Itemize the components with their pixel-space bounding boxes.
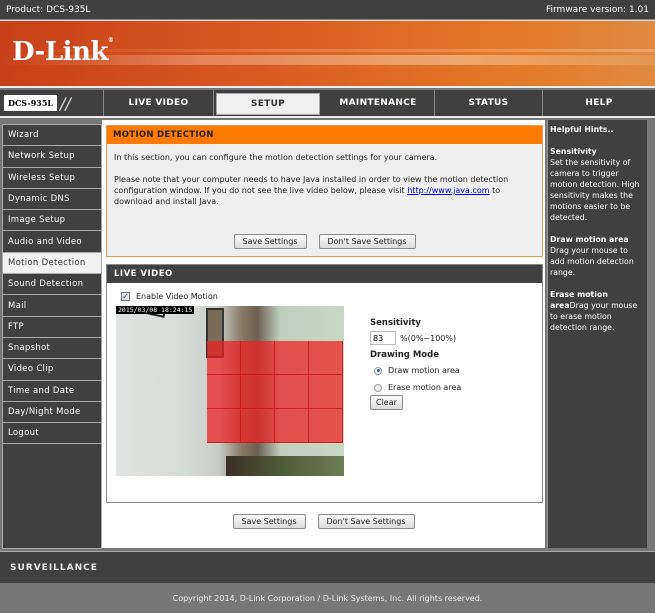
enable-video-motion-label: Enable Video Motion — [136, 292, 218, 301]
helpful-hints-panel: Helpful Hints.. Sensitivity Set the sensi… — [547, 120, 647, 548]
tab-setup[interactable]: SETUP — [216, 93, 320, 115]
sidebar-item-dynamic-dns[interactable]: Dynamic DNS — [3, 189, 101, 211]
sidebar-item-logout[interactable]: Logout — [3, 423, 101, 445]
top-info-bar: Product: DCS-935L Firmware version: 1.01 — [0, 0, 655, 20]
save-settings-button-top[interactable]: Save Settings — [233, 234, 307, 249]
sidebar-item-audio-video[interactable]: Audio and Video — [3, 231, 101, 253]
drawing-mode-label: Drawing Mode — [370, 350, 439, 360]
brand-banner: D-Link® — [0, 20, 655, 88]
erase-motion-area-radio[interactable] — [374, 383, 382, 392]
live-video-title: LIVE VIDEO — [107, 265, 542, 283]
tab-status[interactable]: STATUS — [435, 90, 543, 116]
dont-save-settings-button-top[interactable]: Don't Save Settings — [318, 234, 416, 249]
copyright-footer: Copyright 2014, D-Link Corporation / D-L… — [0, 583, 655, 613]
sidebar-item-day-night[interactable]: Day/Night Mode — [3, 402, 101, 424]
model-badge: DCS-935L — [4, 95, 58, 111]
hint-draw: Draw motion area Drag your mouse to add m… — [550, 235, 634, 277]
copyright-text: Copyright 2014, D-Link Corporation / D-L… — [172, 593, 483, 603]
main-content: MOTION DETECTION In this section, you ca… — [102, 120, 545, 548]
sidebar-item-sound-detection[interactable]: Sound Detection — [3, 274, 101, 296]
dont-save-settings-button-bottom[interactable]: Don't Save Settings — [317, 514, 415, 529]
sidebar-item-ftp[interactable]: FTP — [3, 317, 101, 338]
sidebar-item-image-setup[interactable]: Image Setup — [3, 210, 101, 232]
tab-live-video[interactable]: LIVE VIDEO — [104, 90, 214, 116]
hint-erase: Erase motion areaDrag your mouse to eras… — [550, 290, 638, 332]
motion-area-overlay[interactable] — [207, 341, 343, 443]
clear-button[interactable]: Clear — [370, 395, 403, 410]
save-settings-button-bottom[interactable]: Save Settings — [232, 514, 306, 529]
dlink-logo: D-Link® — [12, 37, 114, 67]
sidebar-item-motion-detection[interactable]: Motion Detection — [3, 252, 101, 275]
sidebar: Wizard Network Setup Wireless Setup Dyna… — [2, 124, 102, 549]
model-cell: DCS-935L // — [0, 90, 104, 116]
video-timestamp: 2015/03/08 18:24:15 — [116, 306, 195, 314]
main-nav: DCS-935L // LIVE VIDEO SETUP MAINTENANCE… — [0, 90, 655, 118]
sidebar-item-wireless-setup[interactable]: Wireless Setup — [3, 168, 101, 189]
java-link[interactable]: http://www.java.com — [407, 186, 489, 195]
hint-sensitivity: Sensitivity Set the sensitivity of camera… — [550, 147, 640, 222]
product-label: Product: DCS-935L — [6, 4, 91, 15]
tab-help[interactable]: HELP — [543, 90, 655, 116]
sensitivity-input[interactable] — [370, 331, 396, 345]
sidebar-item-wizard[interactable]: Wizard — [3, 125, 101, 147]
slashes-decoration: // — [60, 93, 71, 113]
section-title: MOTION DETECTION — [107, 126, 542, 144]
sidebar-item-video-clip[interactable]: Video Clip — [3, 359, 101, 381]
motion-detection-section: MOTION DETECTION In this section, you ca… — [106, 125, 543, 257]
enable-video-motion-checkbox[interactable]: ✓ — [121, 292, 130, 301]
draw-motion-area-label: Draw motion area — [388, 366, 460, 375]
floor — [226, 456, 344, 476]
intro-text: In this section, you can configure the m… — [114, 153, 438, 162]
sidebar-item-time-date[interactable]: Time and Date — [3, 381, 101, 402]
right-margin — [647, 120, 655, 550]
hints-title: Helpful Hints.. — [550, 125, 614, 134]
sidebar-item-network-setup[interactable]: Network Setup — [3, 146, 101, 168]
firmware-label: Firmware version: 1.01 — [545, 4, 649, 15]
surveillance-logo: SURVEILLANCE — [10, 562, 98, 573]
bottom-brand-bar: SURVEILLANCE — [0, 551, 655, 583]
live-video-section: LIVE VIDEO ✓ Enable Video Motion 2015/03… — [106, 264, 543, 503]
tab-maintenance[interactable]: MAINTENANCE — [322, 90, 435, 116]
draw-motion-area-radio[interactable] — [374, 366, 382, 375]
live-video-feed[interactable]: 2015/03/08 18:24:15 — [116, 306, 344, 476]
motion-controls: Sensitivity %(0%~100%) Drawing Mode Draw… — [370, 318, 461, 410]
erase-motion-area-label: Erase motion area — [388, 383, 462, 392]
sensitivity-range: %(0%~100%) — [400, 333, 457, 343]
sidebar-item-snapshot[interactable]: Snapshot — [3, 338, 101, 360]
sidebar-item-mail[interactable]: Mail — [3, 295, 101, 317]
sensitivity-label: Sensitivity — [370, 318, 421, 328]
java-note: Please note that your computer needs to … — [114, 175, 509, 206]
